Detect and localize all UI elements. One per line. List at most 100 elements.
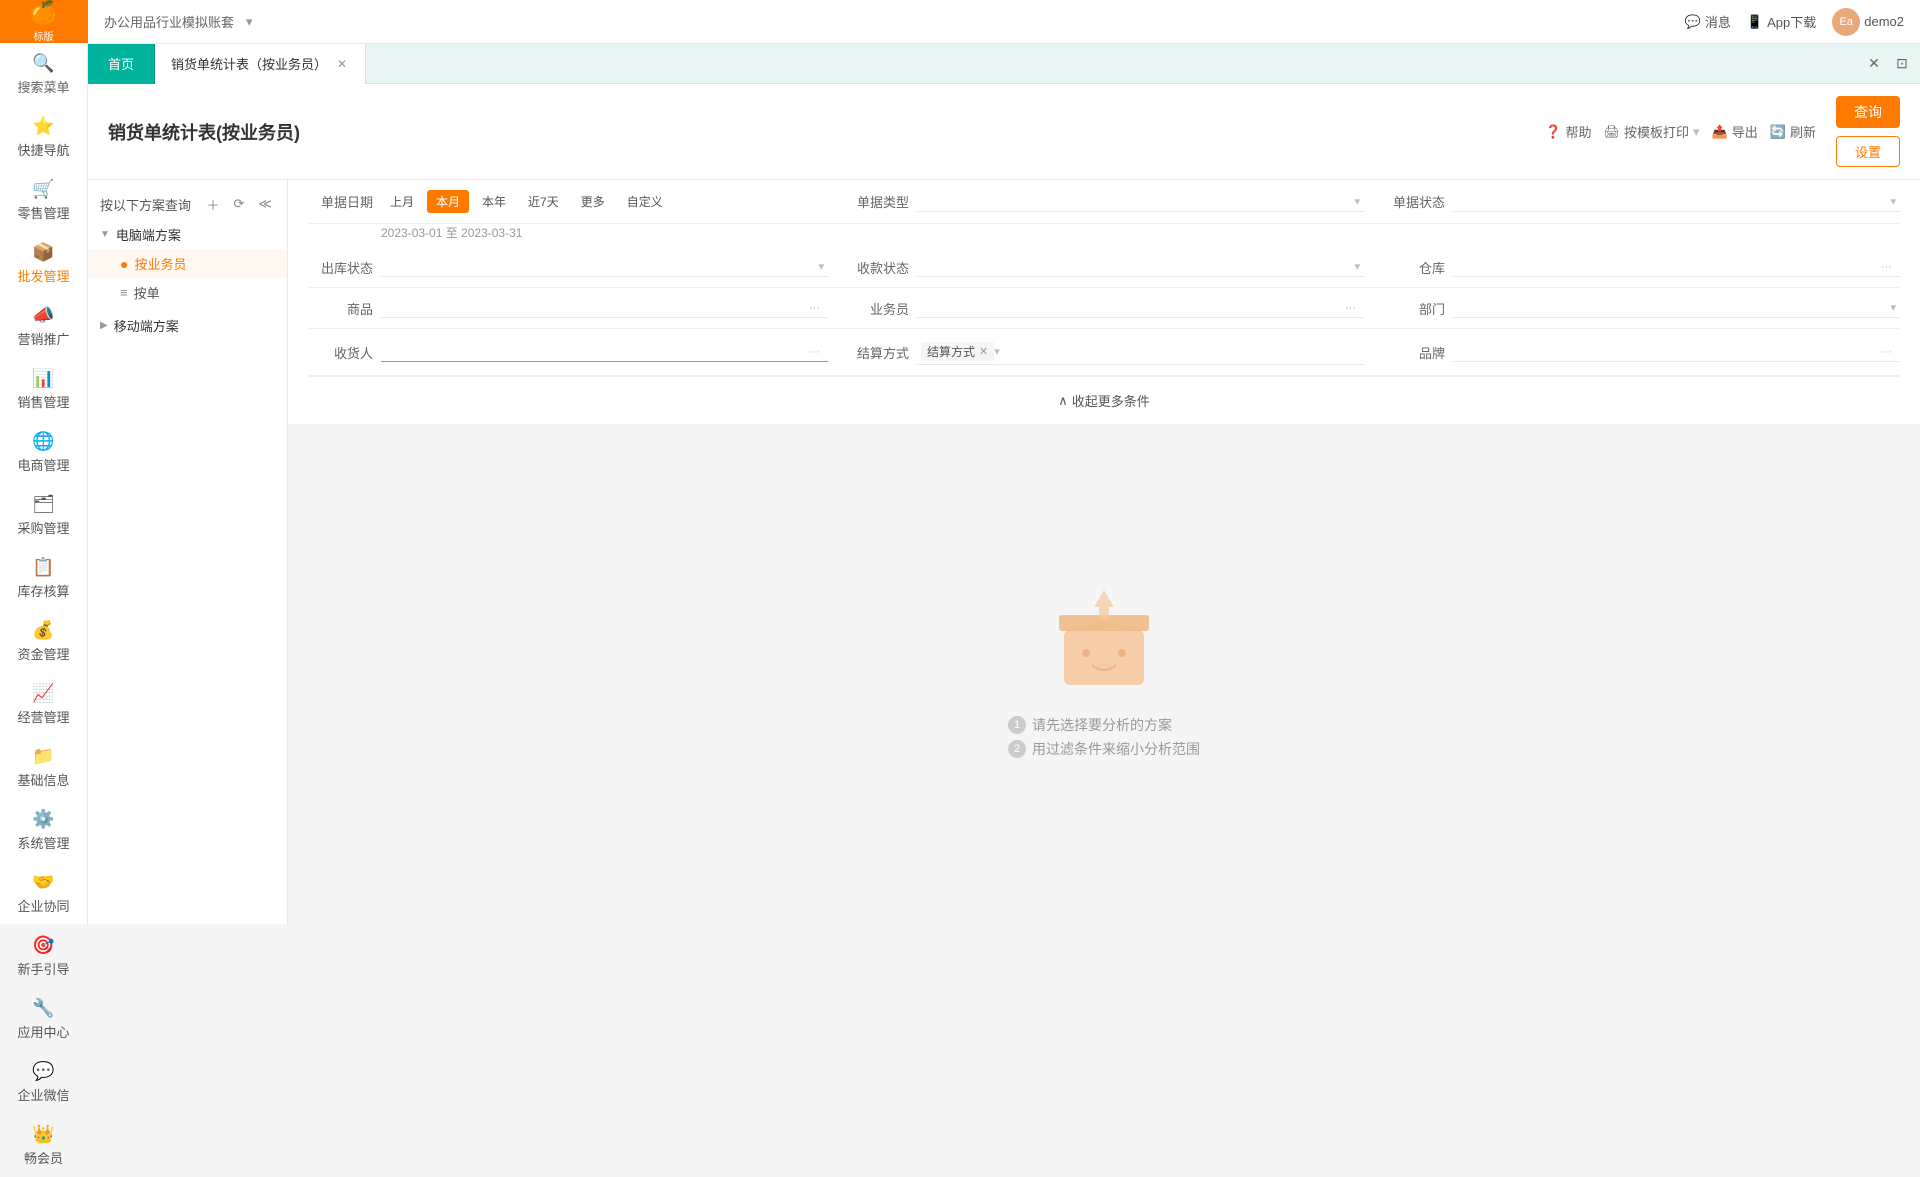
doc-status-dropdown-icon: ▾ bbox=[1890, 195, 1896, 208]
empty-illustration bbox=[1034, 585, 1174, 695]
export-btn[interactable]: 📤 导出 bbox=[1712, 122, 1758, 141]
sidebar-item-enterprise[interactable]: 🤝 企业协同 bbox=[0, 862, 88, 925]
message-btn[interactable]: 💬 消息 bbox=[1685, 12, 1731, 31]
warehouse-field[interactable]: ··· bbox=[1453, 258, 1900, 277]
tree-item-order[interactable]: ≡ 按单 bbox=[88, 278, 287, 307]
sidebar-item-member[interactable]: 👑 畅会员 bbox=[0, 1114, 88, 1177]
tab-sales-stat[interactable]: 销货单统计表（按业务员） ✕ bbox=[155, 44, 366, 84]
query-button[interactable]: 查询 bbox=[1836, 96, 1900, 128]
date-btn-this-year[interactable]: 本年 bbox=[473, 190, 515, 213]
sidebar-item-inventory[interactable]: 📋 库存核算 bbox=[0, 547, 88, 610]
sidebar-item-sales[interactable]: 📊 销售管理 bbox=[0, 358, 88, 421]
sidebar-item-basic[interactable]: 📁 基础信息 bbox=[0, 736, 88, 799]
empty-state: 1 请先选择要分析的方案 2 用过滤条件来缩小分析范围 bbox=[1008, 585, 1200, 763]
sidebar-item-appstore[interactable]: 🔧 应用中心 bbox=[0, 988, 88, 1051]
app-download-btn[interactable]: 📱 App下载 bbox=[1747, 12, 1816, 31]
logo-text: 标版 bbox=[34, 28, 54, 43]
refresh-scheme-btn[interactable]: ⟳ bbox=[229, 194, 249, 214]
empty-text: 1 请先选择要分析的方案 2 用过滤条件来缩小分析范围 bbox=[1008, 715, 1200, 763]
salesman-filter-item: 业务员 ··· bbox=[844, 299, 1364, 318]
collapse-panel-btn[interactable]: ≪ bbox=[255, 194, 275, 214]
ecommerce-icon: 🌐 bbox=[32, 431, 54, 452]
tab-close-btn[interactable]: ✕ bbox=[335, 55, 349, 73]
sidebar-logo[interactable]: 🍊 标版 bbox=[0, 0, 88, 43]
brand-dots-btn[interactable]: ··· bbox=[1877, 346, 1896, 358]
salesman-label: 业务员 bbox=[844, 299, 909, 318]
left-panel: 按以下方案查询 ＋ ⟳ ≪ ▼ 电脑端方案 ● 按业务员 bbox=[88, 180, 288, 924]
doc-type-filter-item: 单据类型 ▾ bbox=[844, 192, 1364, 212]
settlement-field[interactable]: 结算方式 ✕ ▾ bbox=[917, 339, 1364, 365]
collapse-btn[interactable]: ∧ 收起更多条件 bbox=[1058, 385, 1150, 416]
warehouse-dots-btn[interactable]: ··· bbox=[1877, 261, 1896, 273]
tree-group-desktop[interactable]: ▼ 电脑端方案 bbox=[88, 220, 287, 249]
doc-status-field[interactable]: ▾ bbox=[1453, 192, 1900, 212]
dept-field[interactable]: ▾ bbox=[1453, 298, 1900, 318]
hint-num-2: 2 bbox=[1008, 740, 1026, 758]
sidebar-item-search[interactable]: 🔍 搜索菜单 bbox=[0, 43, 88, 106]
message-icon: 💬 bbox=[1685, 14, 1701, 30]
hint-num-1: 1 bbox=[1008, 716, 1026, 734]
quicknav-icon: ⭐ bbox=[32, 116, 54, 137]
brand-field[interactable]: ··· bbox=[1453, 343, 1900, 362]
app-dropdown-icon[interactable]: ▾ bbox=[246, 14, 253, 30]
sidebar-item-system[interactable]: ⚙️ 系统管理 bbox=[0, 799, 88, 862]
sidebar-item-ecommerce[interactable]: 🌐 电商管理 bbox=[0, 421, 88, 484]
window-maximize-btn[interactable]: ⊡ bbox=[1892, 54, 1912, 74]
receive-status-label: 收款状态 bbox=[844, 258, 909, 277]
doc-status-label: 单据状态 bbox=[1380, 192, 1445, 211]
tree-group-mobile[interactable]: ▶ 移动端方案 bbox=[88, 311, 287, 340]
collapse-icon: ∧ bbox=[1058, 393, 1068, 409]
left-panel-header: 按以下方案查询 ＋ ⟳ ≪ bbox=[88, 188, 287, 220]
sidebar-item-retail[interactable]: 🛒 零售管理 bbox=[0, 169, 88, 232]
logo-icon: 🍊 bbox=[30, 0, 57, 26]
sidebar-item-wholesale[interactable]: 📦 批发管理 bbox=[0, 232, 88, 295]
system-icon: ⚙️ bbox=[32, 809, 54, 830]
tab-home[interactable]: 首页 bbox=[88, 44, 155, 84]
window-close-btn[interactable]: ✕ bbox=[1864, 54, 1884, 74]
finance-icon: 💰 bbox=[32, 620, 54, 641]
brand-filter-item: 品牌 ··· bbox=[1380, 343, 1900, 362]
sales-icon: 📊 bbox=[32, 368, 54, 389]
sidebar-item-finance[interactable]: 💰 资金管理 bbox=[0, 610, 88, 673]
date-btn-custom[interactable]: 自定义 bbox=[618, 190, 672, 213]
help-btn[interactable]: ❓ 帮助 bbox=[1545, 122, 1591, 141]
wholesale-icon: 📦 bbox=[32, 242, 54, 263]
sidebar-item-quicknav[interactable]: ⭐ 快捷导航 bbox=[0, 106, 88, 169]
tab-bar: 首页 销货单统计表（按业务员） ✕ ✕ ⊡ bbox=[88, 44, 1920, 84]
warehouse-label: 仓库 bbox=[1380, 258, 1445, 277]
add-scheme-btn[interactable]: ＋ bbox=[203, 194, 223, 214]
receive-status-field[interactable]: ▾ bbox=[917, 257, 1364, 277]
doc-type-field[interactable]: ▾ bbox=[917, 192, 1364, 212]
consignee-field[interactable]: ··· bbox=[381, 343, 828, 362]
user-profile[interactable]: Ea demo2 bbox=[1832, 8, 1904, 36]
salesman-field[interactable]: ··· bbox=[917, 299, 1364, 318]
date-label: 单据日期 bbox=[308, 192, 373, 211]
salesman-dots-btn[interactable]: ··· bbox=[1341, 302, 1360, 314]
out-status-field[interactable]: ▾ bbox=[381, 257, 828, 277]
print-btn[interactable]: 🖨 按模板打印 ▾ bbox=[1604, 122, 1700, 141]
settings-button[interactable]: 设置 bbox=[1836, 136, 1900, 167]
sidebar-item-newbie[interactable]: 🎯 新手引导 bbox=[0, 925, 88, 988]
date-btn-more[interactable]: 更多 bbox=[572, 190, 614, 213]
sidebar-item-purchase[interactable]: 🗂 采购管理 bbox=[0, 484, 88, 547]
date-btn-last-month[interactable]: 上月 bbox=[381, 190, 423, 213]
sidebar-item-marketing[interactable]: 📣 营销推广 bbox=[0, 295, 88, 358]
settlement-label: 结算方式 bbox=[844, 343, 909, 362]
page-actions: ❓ 帮助 🖨 按模板打印 ▾ 📤 导出 🔄 刷新 查询 bbox=[1545, 96, 1900, 167]
tree-item-salesman[interactable]: ● 按业务员 bbox=[88, 249, 287, 278]
date-btn-this-month[interactable]: 本月 bbox=[427, 190, 469, 213]
refresh-icon: 🔄 bbox=[1770, 124, 1786, 140]
settlement-tag-close[interactable]: ✕ bbox=[979, 345, 988, 358]
sidebar-item-operation[interactable]: 📈 经营管理 bbox=[0, 673, 88, 736]
consignee-dots-btn[interactable]: ··· bbox=[805, 346, 824, 358]
goods-dots-btn[interactable]: ··· bbox=[805, 302, 824, 314]
warehouse-filter-item: 仓库 ··· bbox=[1380, 258, 1900, 277]
wechat-icon: 💬 bbox=[32, 1061, 54, 1082]
refresh-btn[interactable]: 🔄 刷新 bbox=[1770, 122, 1816, 141]
receive-status-dropdown-icon: ▾ bbox=[1354, 260, 1360, 273]
filter-row-3: 商品 ··· 业务员 ··· bbox=[308, 288, 1900, 329]
dept-label: 部门 bbox=[1380, 299, 1445, 318]
goods-field[interactable]: ··· bbox=[381, 299, 828, 318]
date-btn-7days[interactable]: 近7天 bbox=[519, 190, 568, 213]
sidebar-item-wechat[interactable]: 💬 企业微信 bbox=[0, 1051, 88, 1114]
